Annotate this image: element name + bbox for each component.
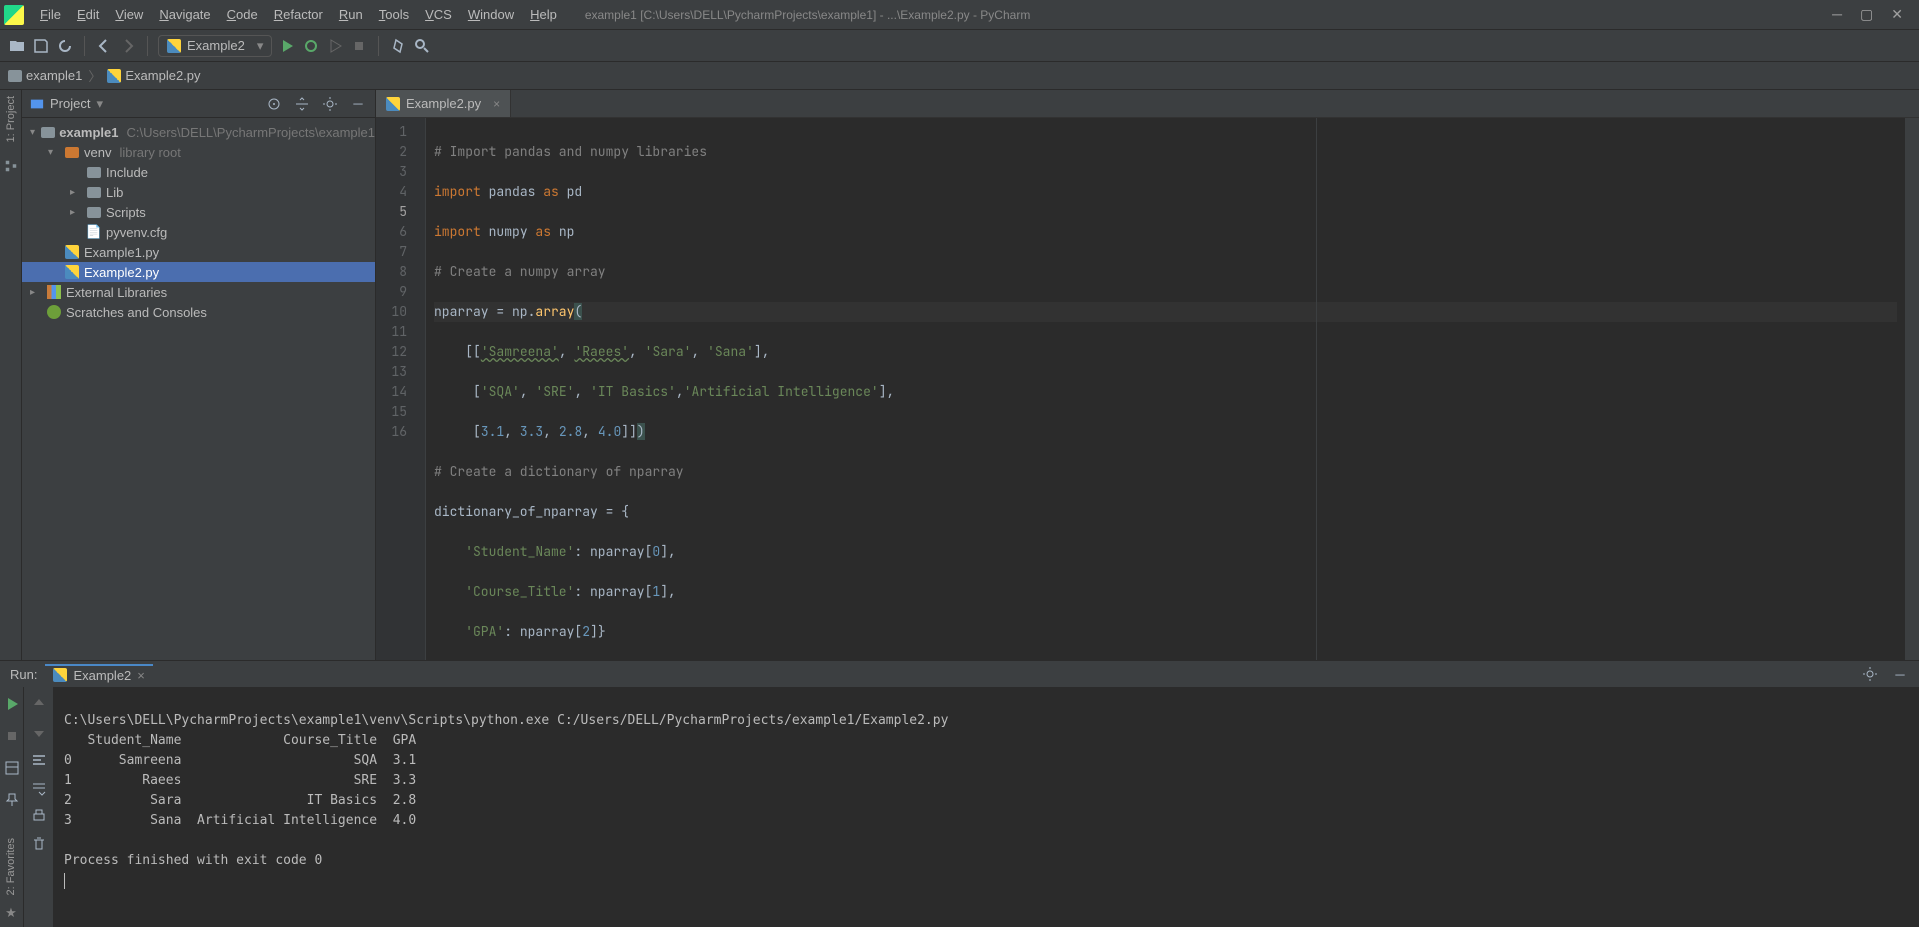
gear-icon[interactable]	[321, 95, 339, 113]
debug-icon[interactable]	[302, 37, 320, 55]
tree-include[interactable]: Include	[22, 162, 375, 182]
forward-icon[interactable]	[119, 37, 137, 55]
menu-run[interactable]: Run	[331, 3, 371, 26]
menu-help[interactable]: Help	[522, 3, 565, 26]
run-tab[interactable]: Example2 ×	[45, 664, 152, 685]
collapse-all-icon[interactable]	[293, 95, 311, 113]
back-icon[interactable]	[95, 37, 113, 55]
soft-wrap-icon[interactable]	[30, 751, 48, 769]
menu-window[interactable]: Window	[460, 3, 522, 26]
trash-icon[interactable]	[30, 835, 48, 853]
down-icon[interactable]	[30, 723, 48, 741]
print-icon[interactable]	[30, 807, 48, 825]
tree-scripts[interactable]: ▸ Scripts	[22, 202, 375, 222]
layout-icon[interactable]	[3, 759, 21, 777]
settings-icon[interactable]	[389, 37, 407, 55]
up-icon[interactable]	[30, 695, 48, 713]
close-run-tab-icon[interactable]: ×	[137, 668, 145, 683]
scroll-to-end-icon[interactable]	[30, 779, 48, 797]
tree-venv[interactable]: ▾ venv library root	[22, 142, 375, 162]
chevron-down-icon[interactable]: ▾	[96, 96, 103, 112]
minimize-icon[interactable]: ─	[1832, 6, 1842, 23]
close-icon[interactable]: ✕	[1891, 6, 1903, 23]
refresh-icon[interactable]	[56, 37, 74, 55]
run-secondary-tools	[24, 687, 54, 927]
project-view-icon	[30, 97, 44, 111]
project-tree[interactable]: ▾ example1 C:\Users\DELL\PycharmProjects…	[22, 118, 375, 660]
stop-icon[interactable]	[350, 37, 368, 55]
run-panel-header: Run: Example2 × ─	[0, 661, 1919, 687]
window-title: example1 [C:\Users\DELL\PycharmProjects\…	[585, 8, 1031, 22]
left-toolwindow-stripe: 1: Project	[0, 90, 22, 660]
breadcrumb: example1 〉 Example2.py	[0, 62, 1919, 90]
menu-edit[interactable]: Edit	[69, 3, 107, 26]
search-icon[interactable]	[413, 37, 431, 55]
hide-icon[interactable]: ─	[1891, 665, 1909, 683]
menu-view[interactable]: View	[107, 3, 151, 26]
project-panel-header: Project ▾ ─	[22, 90, 375, 118]
project-panel-title: Project	[50, 96, 90, 111]
save-all-icon[interactable]	[32, 37, 50, 55]
menu-file[interactable]: File	[32, 3, 69, 26]
menu-refactor[interactable]: Refactor	[266, 3, 331, 26]
tree-external-libs[interactable]: ▸ External Libraries	[22, 282, 375, 302]
python-icon	[167, 39, 181, 53]
python-icon	[107, 69, 121, 83]
tree-scratches[interactable]: Scratches and Consoles	[22, 302, 375, 322]
run-label: Run:	[10, 667, 37, 682]
tree-example1py[interactable]: Example1.py	[22, 242, 375, 262]
menu-navigate[interactable]: Navigate	[151, 3, 218, 26]
pycharm-logo-icon	[4, 5, 24, 25]
folder-icon	[8, 70, 22, 82]
breadcrumb-project[interactable]: example1	[8, 68, 82, 83]
tree-root[interactable]: ▾ example1 C:\Users\DELL\PycharmProjects…	[22, 122, 375, 142]
editor-error-stripe[interactable]	[1905, 118, 1919, 660]
cursor	[64, 873, 65, 889]
menu-bar: File Edit View Navigate Code Refactor Ru…	[0, 0, 1919, 30]
editor-tabs: Example2.py ×	[376, 90, 1919, 118]
main-toolbar: Example2	[0, 30, 1919, 62]
open-icon[interactable]	[8, 37, 26, 55]
editor-area: Example2.py × 1234 5678 9101112 13141516…	[376, 90, 1919, 660]
menu-vcs[interactable]: VCS	[417, 3, 460, 26]
run-config-selector[interactable]: Example2	[158, 35, 272, 57]
run-config-name: Example2	[187, 38, 245, 53]
code-content[interactable]: # Import pandas and numpy libraries impo…	[426, 118, 1905, 660]
tree-pyvenv[interactable]: 📄 pyvenv.cfg	[22, 222, 375, 242]
close-tab-icon[interactable]: ×	[493, 97, 500, 111]
locate-icon[interactable]	[265, 95, 283, 113]
tree-example2py[interactable]: Example2.py	[22, 262, 375, 282]
run-icon[interactable]	[278, 37, 296, 55]
python-icon	[386, 97, 400, 111]
coverage-icon[interactable]	[326, 37, 344, 55]
star-icon[interactable]: ★	[5, 905, 17, 921]
rerun-icon[interactable]	[3, 695, 21, 713]
stop-icon[interactable]	[3, 727, 21, 745]
tree-lib[interactable]: ▸ Lib	[22, 182, 375, 202]
maximize-icon[interactable]: ▢	[1860, 6, 1873, 23]
project-panel: Project ▾ ─ ▾ example1 C:\Users\DELL\Pyc…	[22, 90, 376, 660]
project-tool-tab[interactable]: 1: Project	[5, 96, 17, 142]
hide-icon[interactable]: ─	[349, 95, 367, 113]
console-output[interactable]: C:\Users\DELL\PycharmProjects\example1\v…	[54, 687, 1919, 927]
run-panel: Run: Example2 × ─ C:\Users\DELL\PycharmP…	[0, 660, 1919, 927]
breadcrumb-file[interactable]: Example2.py	[107, 68, 200, 83]
code-editor[interactable]: 1234 5678 9101112 13141516 # Import pand…	[376, 118, 1919, 660]
pin-icon[interactable]	[3, 791, 21, 809]
favorites-tool-tab[interactable]: 2: Favorites	[5, 838, 17, 895]
structure-tool-icon[interactable]	[3, 158, 19, 174]
menu-code[interactable]: Code	[219, 3, 266, 26]
gear-icon[interactable]	[1861, 665, 1879, 683]
python-icon	[53, 668, 67, 682]
line-number-gutter: 1234 5678 9101112 13141516	[376, 118, 426, 660]
editor-tab-example2[interactable]: Example2.py ×	[376, 90, 511, 117]
menu-tools[interactable]: Tools	[371, 3, 417, 26]
